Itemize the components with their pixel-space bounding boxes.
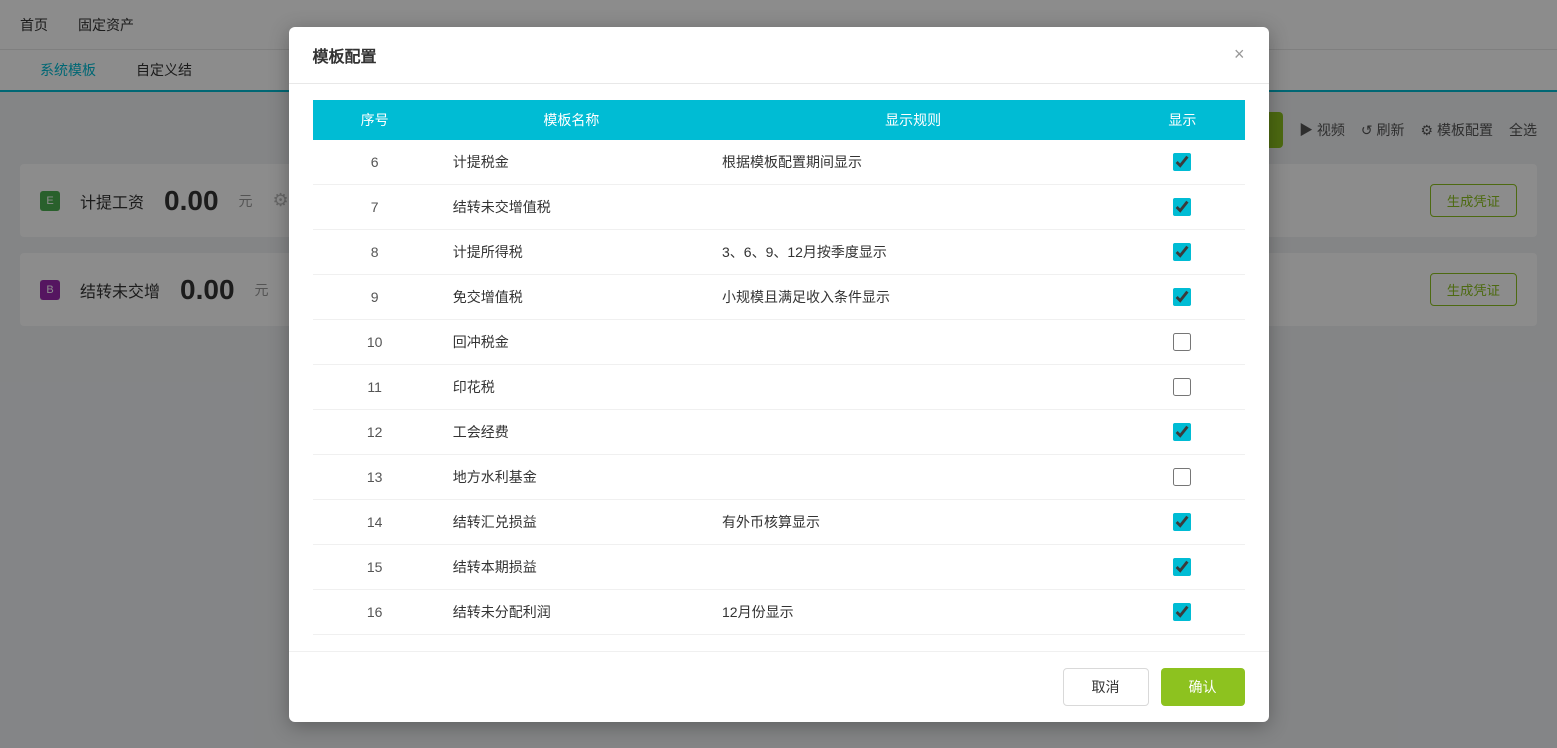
- row-template-name: 免交增值税: [437, 274, 706, 319]
- row-rule: [706, 409, 1120, 454]
- row-display-cell: [1120, 364, 1244, 409]
- row-rule: [706, 319, 1120, 364]
- row-template-name: 计提所得税: [437, 229, 706, 274]
- table-row: 9免交增值税小规模且满足收入条件显示: [313, 274, 1245, 319]
- row-display-checkbox[interactable]: [1173, 153, 1191, 171]
- table-row: 13地方水利基金: [313, 454, 1245, 499]
- row-rule: [706, 454, 1120, 499]
- row-rule: 12月份显示: [706, 589, 1120, 634]
- modal-footer: 取消 确认: [289, 651, 1269, 722]
- row-display-checkbox[interactable]: [1173, 378, 1191, 396]
- table-row: 16结转未分配利润12月份显示: [313, 589, 1245, 634]
- row-index: 12: [313, 409, 437, 454]
- table-row: 15结转本期损益: [313, 544, 1245, 589]
- row-display-checkbox[interactable]: [1173, 468, 1191, 486]
- row-display-checkbox[interactable]: [1173, 603, 1191, 621]
- row-display-checkbox[interactable]: [1173, 558, 1191, 576]
- row-display-cell: [1120, 589, 1244, 634]
- row-template-name: 结转未分配利润: [437, 589, 706, 634]
- row-rule: 3、6、9、12月按季度显示: [706, 229, 1120, 274]
- col-header-display: 显示: [1120, 100, 1244, 140]
- row-display-cell: [1120, 184, 1244, 229]
- row-display-checkbox[interactable]: [1173, 513, 1191, 531]
- row-template-name: 地方水利基金: [437, 454, 706, 499]
- row-template-name: 结转本期损益: [437, 544, 706, 589]
- table-row: 10回冲税金: [313, 319, 1245, 364]
- row-index: 13: [313, 454, 437, 499]
- table-body: 6计提税金根据模板配置期间显示7结转未交增值税8计提所得税3、6、9、12月按季…: [313, 140, 1245, 635]
- modal-close-button[interactable]: ×: [1234, 44, 1245, 65]
- row-template-name: 回冲税金: [437, 319, 706, 364]
- row-display-checkbox[interactable]: [1173, 333, 1191, 351]
- row-index: 7: [313, 184, 437, 229]
- table-header: 序号 模板名称 显示规则 显示: [313, 100, 1245, 140]
- row-index: 9: [313, 274, 437, 319]
- table-row: 11印花税: [313, 364, 1245, 409]
- row-rule: 小规模且满足收入条件显示: [706, 274, 1120, 319]
- row-display-cell: [1120, 544, 1244, 589]
- col-header-rule: 显示规则: [706, 100, 1120, 140]
- row-display-cell: [1120, 499, 1244, 544]
- row-index: 15: [313, 544, 437, 589]
- modal-body: 序号 模板名称 显示规则 显示 6计提税金根据模板配置期间显示7结转未交增值税8…: [289, 84, 1269, 651]
- row-display-cell: [1120, 140, 1244, 185]
- row-template-name: 印花税: [437, 364, 706, 409]
- row-rule: [706, 544, 1120, 589]
- row-index: 10: [313, 319, 437, 364]
- col-header-index: 序号: [313, 100, 437, 140]
- table-row: 6计提税金根据模板配置期间显示: [313, 140, 1245, 185]
- row-rule: [706, 184, 1120, 229]
- row-display-checkbox[interactable]: [1173, 288, 1191, 306]
- row-template-name: 结转汇兑损益: [437, 499, 706, 544]
- row-rule: 有外币核算显示: [706, 499, 1120, 544]
- cancel-button[interactable]: 取消: [1063, 668, 1149, 706]
- row-display-cell: [1120, 319, 1244, 364]
- col-header-name: 模板名称: [437, 100, 706, 140]
- row-index: 8: [313, 229, 437, 274]
- row-index: 16: [313, 589, 437, 634]
- row-index: 11: [313, 364, 437, 409]
- row-display-cell: [1120, 229, 1244, 274]
- row-template-name: 结转未交增值税: [437, 184, 706, 229]
- row-display-cell: [1120, 454, 1244, 499]
- table-row: 8计提所得税3、6、9、12月按季度显示: [313, 229, 1245, 274]
- modal-overlay: 模板配置 × 序号 模板名称 显示规则 显示 6计提税金根据模板配置期间显示7结…: [0, 0, 1557, 748]
- row-index: 14: [313, 499, 437, 544]
- modal-header: 模板配置 ×: [289, 27, 1269, 84]
- table-row: 14结转汇兑损益有外币核算显示: [313, 499, 1245, 544]
- row-display-cell: [1120, 409, 1244, 454]
- row-rule: 根据模板配置期间显示: [706, 140, 1120, 185]
- row-display-checkbox[interactable]: [1173, 198, 1191, 216]
- row-display-checkbox[interactable]: [1173, 423, 1191, 441]
- modal-title: 模板配置: [313, 43, 377, 67]
- config-table: 序号 模板名称 显示规则 显示 6计提税金根据模板配置期间显示7结转未交增值税8…: [313, 100, 1245, 635]
- row-index: 6: [313, 140, 437, 185]
- row-display-checkbox[interactable]: [1173, 243, 1191, 261]
- confirm-button[interactable]: 确认: [1161, 668, 1245, 706]
- template-config-modal: 模板配置 × 序号 模板名称 显示规则 显示 6计提税金根据模板配置期间显示7结…: [289, 27, 1269, 722]
- table-row: 12工会经费: [313, 409, 1245, 454]
- table-row: 7结转未交增值税: [313, 184, 1245, 229]
- row-display-cell: [1120, 274, 1244, 319]
- row-template-name: 计提税金: [437, 140, 706, 185]
- row-template-name: 工会经费: [437, 409, 706, 454]
- row-rule: [706, 364, 1120, 409]
